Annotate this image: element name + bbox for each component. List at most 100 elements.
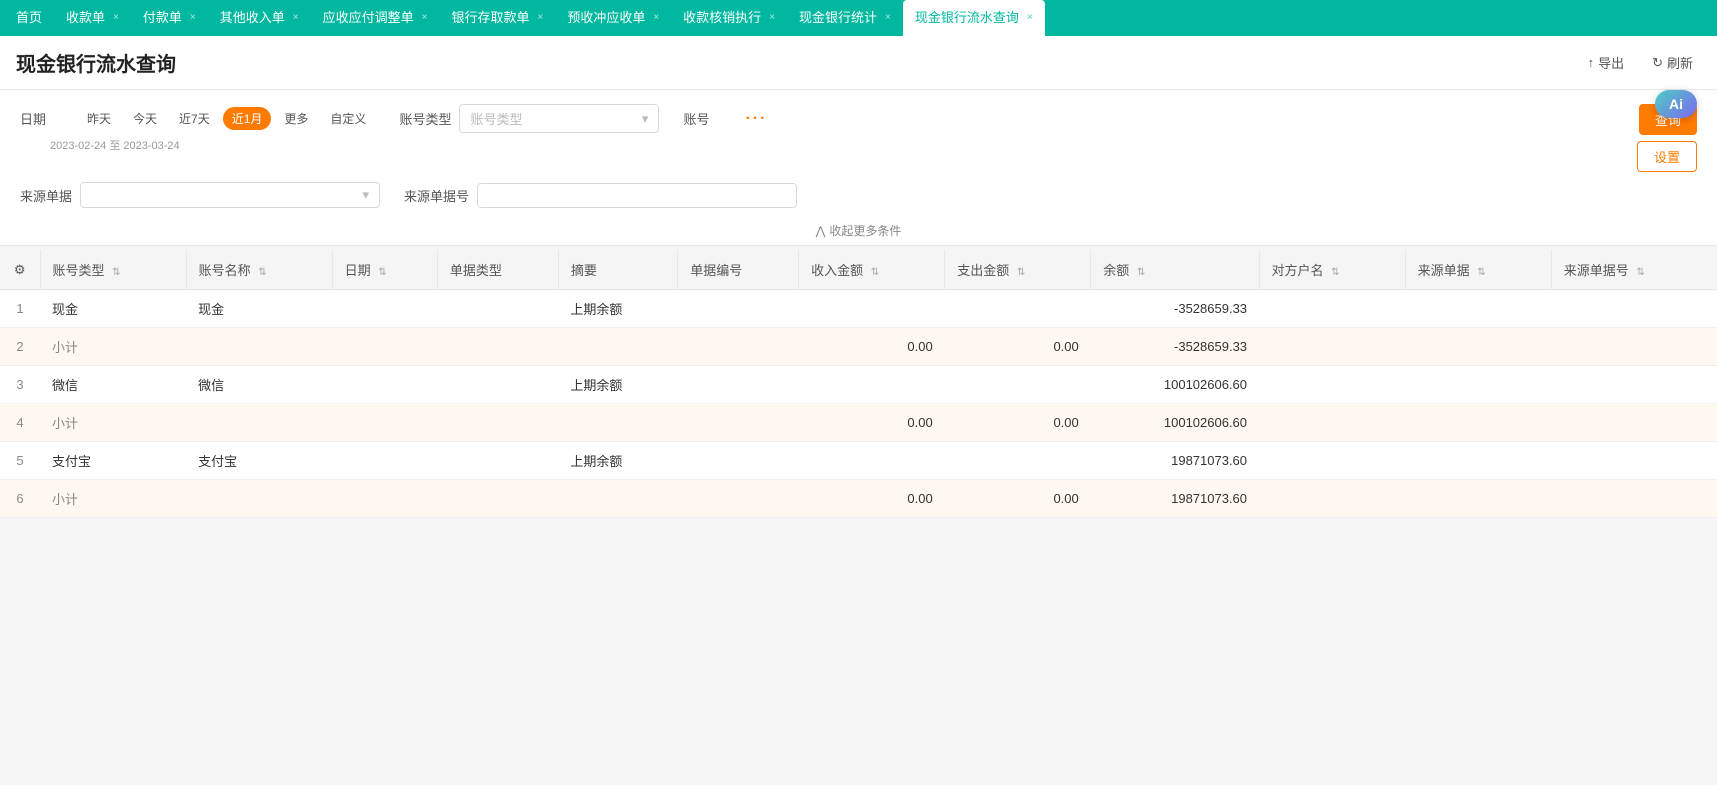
col-source-doc[interactable]: 来源单据 ⇅ — [1405, 250, 1551, 290]
sort-icon-expense: ⇅ — [1017, 267, 1025, 278]
filter-row-1: 日期 昨天 今天 近7天 近1月 更多 自定义 账号类型 账号类型 ▾ — [20, 104, 771, 133]
cell-doc-type — [437, 480, 558, 518]
nav-item-other-income[interactable]: 其他收入单 × — [208, 0, 311, 36]
refresh-button[interactable]: ↻ 刷新 — [1644, 49, 1701, 76]
cell-income: 0.00 — [799, 404, 945, 442]
cell-expense — [945, 366, 1091, 404]
cell-doc-type — [437, 328, 558, 366]
chevron-down-icon: ▾ — [642, 111, 649, 127]
cell-summary: 上期余额 — [558, 290, 677, 328]
table-row: 1现金现金上期余额-3528659.33 — [0, 290, 1717, 328]
nav-item-receipts[interactable]: 收款单 × — [54, 0, 131, 36]
close-bank-flow-icon[interactable]: × — [1027, 0, 1033, 36]
cell-account-type: 支付宝 — [40, 442, 186, 480]
cell-income: 0.00 — [799, 480, 945, 518]
close-collection-exec-icon[interactable]: × — [769, 0, 775, 36]
col-source-doc-no[interactable]: 来源单据号 ⇅ — [1551, 250, 1717, 290]
cell-counterparty — [1259, 480, 1405, 518]
cell-doc-type — [437, 290, 558, 328]
cell-balance: -3528659.33 — [1091, 290, 1259, 328]
nav-item-advance[interactable]: 预收冲应收单 × — [555, 0, 671, 36]
date-btn-more[interactable]: 更多 — [275, 107, 317, 130]
source-doc-num-filter-group: 来源单据号 — [404, 183, 797, 208]
col-expense[interactable]: 支出金额 ⇅ — [945, 250, 1091, 290]
close-bank-stats-icon[interactable]: × — [885, 0, 891, 36]
export-button[interactable]: ↑ 导出 — [1580, 49, 1633, 76]
table-container: ⚙ 账号类型 ⇅ 账号名称 ⇅ 日期 ⇅ 单据类型 摘要 — [0, 250, 1717, 518]
cell-counterparty — [1259, 328, 1405, 366]
date-btn-custom[interactable]: 自定义 — [321, 107, 375, 130]
cell-account-type: 微信 — [40, 366, 186, 404]
cell-balance: 19871073.60 — [1091, 442, 1259, 480]
cell-expense — [945, 442, 1091, 480]
close-advance-icon[interactable]: × — [653, 0, 659, 36]
nav-item-payments[interactable]: 付款单 × — [131, 0, 208, 36]
date-btn-1month[interactable]: 近1月 — [223, 107, 272, 130]
col-account-type[interactable]: 账号类型 ⇅ — [40, 250, 186, 290]
cell-source-doc-no — [1551, 328, 1717, 366]
col-settings[interactable]: ⚙ — [0, 250, 40, 290]
top-nav: 首页 收款单 × 付款单 × 其他收入单 × 应收应付调整单 × 银行存取款单 … — [0, 0, 1717, 36]
table-row: 3微信微信上期余额100102606.60 — [0, 366, 1717, 404]
col-doc-type[interactable]: 单据类型 — [437, 250, 558, 290]
cell-summary: 上期余额 — [558, 366, 677, 404]
cell-account-type: 现金 — [40, 290, 186, 328]
sort-icon-account-name: ⇅ — [258, 267, 266, 278]
nav-item-home[interactable]: 首页 — [4, 0, 54, 36]
sort-icon-source-doc: ⇅ — [1477, 267, 1485, 278]
nav-item-bank-deposit[interactable]: 银行存取款单 × — [439, 0, 555, 36]
nav-item-bank-flow[interactable]: 现金银行流水查询 × — [903, 0, 1045, 36]
close-adjustment-icon[interactable]: × — [422, 0, 428, 36]
account-label: 账号 — [683, 109, 733, 128]
col-doc-no[interactable]: 单据编号 — [678, 250, 799, 290]
page-title: 现金银行流水查询 — [16, 48, 176, 77]
col-account-name[interactable]: 账号名称 ⇅ — [186, 250, 332, 290]
cell-doc-no — [678, 404, 799, 442]
nav-item-adjustment[interactable]: 应收应付调整单 × — [311, 0, 440, 36]
cell-row-num: 2 — [0, 328, 40, 366]
close-bank-deposit-icon[interactable]: × — [537, 0, 543, 36]
nav-item-collection-exec[interactable]: 收款核销执行 × — [671, 0, 787, 36]
close-other-income-icon[interactable]: × — [293, 0, 299, 36]
account-filter-group: 账号 ··· — [683, 109, 771, 128]
nav-item-bank-stats[interactable]: 现金银行统计 × — [787, 0, 903, 36]
ai-button[interactable]: Ai — [1655, 90, 1697, 118]
date-filter-group: 日期 昨天 今天 近7天 近1月 更多 自定义 — [20, 107, 375, 130]
main-table: ⚙ 账号类型 ⇅ 账号名称 ⇅ 日期 ⇅ 单据类型 摘要 — [0, 250, 1717, 518]
date-btn-7days[interactable]: 近7天 — [170, 107, 219, 130]
close-receipts-icon[interactable]: × — [113, 0, 119, 36]
account-type-select[interactable]: 账号类型 ▾ — [459, 104, 659, 133]
source-doc-num-label: 来源单据号 — [404, 186, 469, 205]
cell-date — [332, 328, 437, 366]
close-payments-icon[interactable]: × — [190, 0, 196, 36]
settings-button[interactable]: 设置 — [1637, 141, 1697, 172]
date-btn-yesterday[interactable]: 昨天 — [78, 107, 120, 130]
cell-date — [332, 366, 437, 404]
col-income[interactable]: 收入金额 ⇅ — [799, 250, 945, 290]
cell-account-type: 小计 — [40, 328, 186, 366]
cell-account-name — [186, 328, 332, 366]
cell-doc-no — [678, 328, 799, 366]
cell-account-name: 微信 — [186, 366, 332, 404]
col-counterparty[interactable]: 对方户名 ⇅ — [1259, 250, 1405, 290]
cell-date — [332, 480, 437, 518]
account-type-filter-group: 账号类型 账号类型 ▾ — [399, 104, 659, 133]
sort-icon-date: ⇅ — [378, 267, 386, 278]
source-doc-select[interactable]: ▾ — [80, 182, 380, 208]
col-summary[interactable]: 摘要 — [558, 250, 677, 290]
refresh-icon: ↻ — [1652, 55, 1663, 71]
cell-balance: -3528659.33 — [1091, 328, 1259, 366]
account-dots-button[interactable]: ··· — [741, 110, 771, 128]
cell-account-type: 小计 — [40, 404, 186, 442]
collapse-bar[interactable]: ⋀ 收起更多条件 — [0, 216, 1717, 246]
source-doc-num-input[interactable] — [477, 183, 797, 208]
col-balance[interactable]: 余额 ⇅ — [1091, 250, 1259, 290]
cell-source-doc — [1405, 480, 1551, 518]
cell-expense — [945, 290, 1091, 328]
col-date[interactable]: 日期 ⇅ — [332, 250, 437, 290]
export-icon: ↑ — [1588, 55, 1595, 70]
source-doc-chevron-icon: ▾ — [362, 187, 369, 203]
date-btn-today[interactable]: 今天 — [124, 107, 166, 130]
cell-balance: 19871073.60 — [1091, 480, 1259, 518]
date-options: 昨天 今天 近7天 近1月 更多 自定义 — [78, 107, 375, 130]
